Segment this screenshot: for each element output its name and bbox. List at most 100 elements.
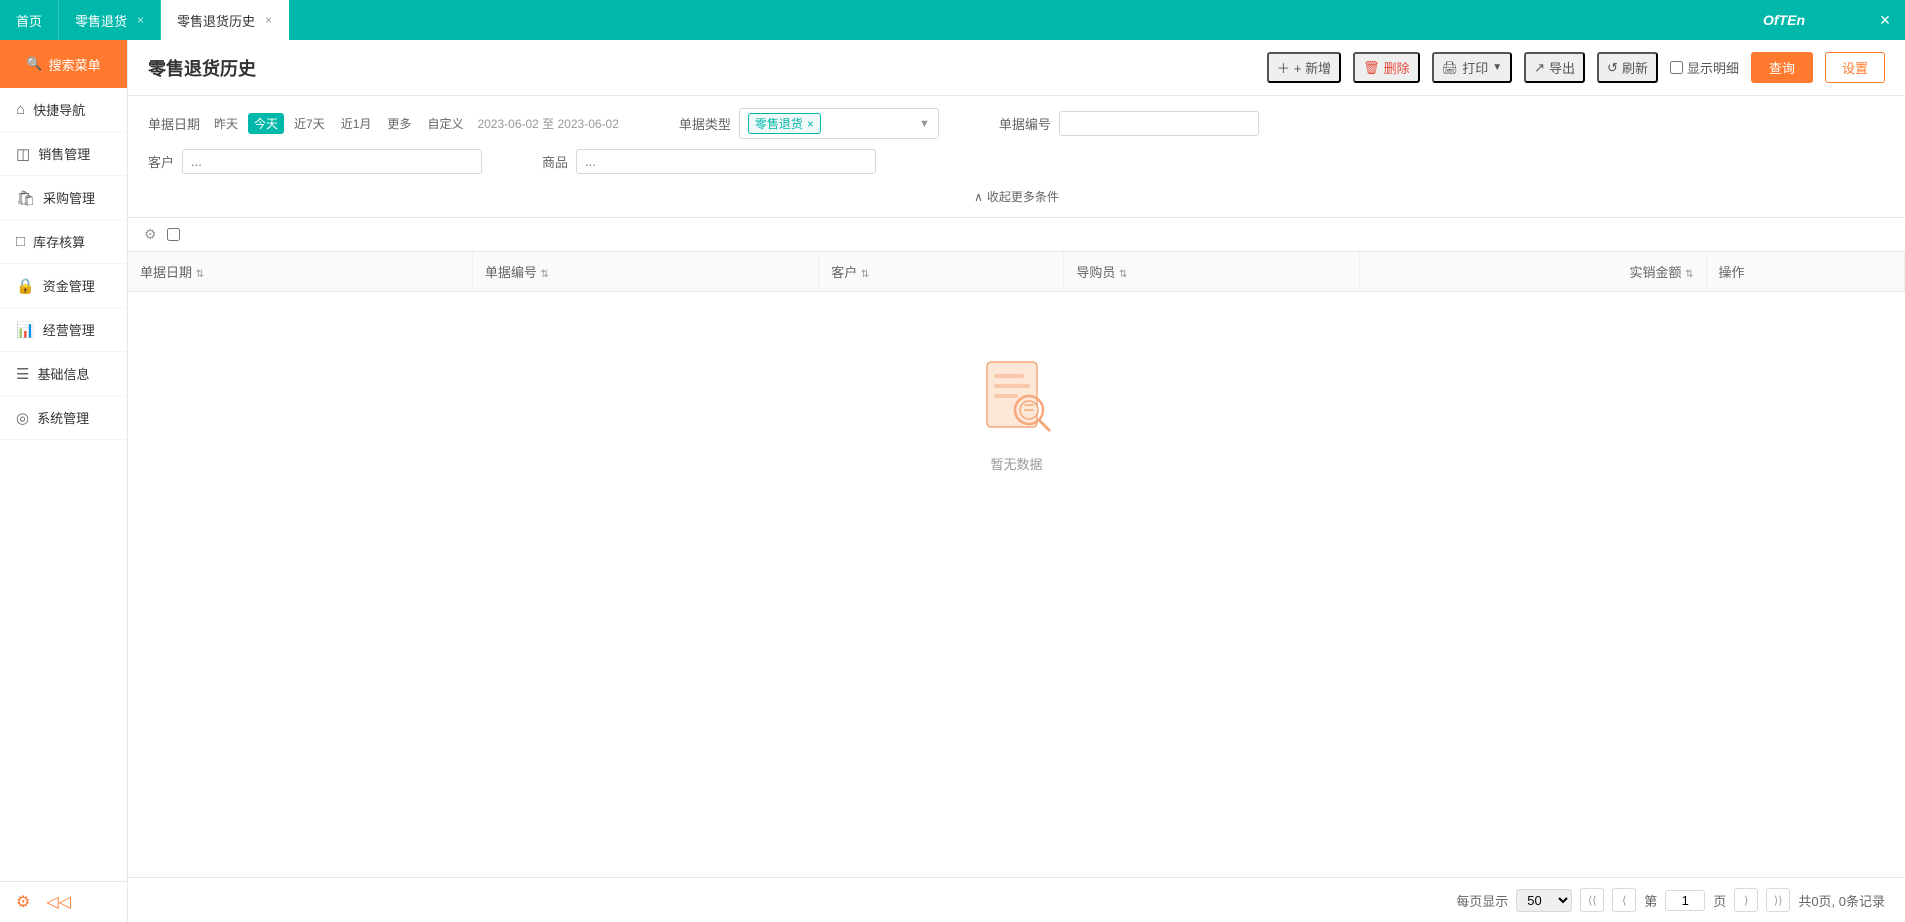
filter-customer-label: 客户 (148, 152, 174, 171)
show-detail-checkbox[interactable] (1670, 61, 1683, 74)
new-icon: ＋ (1277, 58, 1290, 77)
col-amount-label: 实销金额 (1629, 265, 1681, 280)
date-btn-more[interactable]: 更多 (381, 113, 417, 134)
tab-retail-return-history[interactable]: 零售退货历史 × (161, 0, 289, 40)
sidebar-item-inventory[interactable]: □ 库存核算 (0, 220, 127, 264)
col-customer[interactable]: 客户 ⇅ (819, 252, 1064, 292)
date-range-display: 2023-06-02 至 2023-06-02 (477, 115, 618, 132)
basic-info-icon: ☰ (16, 365, 29, 383)
col-ops-label: 操作 (1719, 265, 1745, 280)
audio-bottom-icon[interactable]: ◁◁ (46, 892, 71, 912)
filter-row-1: 单据日期 昨天 今天 近7天 近1月 更多 自定义 2023-06-02 至 2… (148, 108, 1885, 139)
filter-row-2: 客户 商品 (148, 149, 1885, 174)
col-date-sort[interactable]: ⇅ (196, 269, 204, 280)
main-table: 单据日期 ⇅ 单据编号 ⇅ 客户 ⇅ (128, 252, 1905, 292)
tab-retail-return-close[interactable]: × (137, 13, 144, 27)
date-btn-custom[interactable]: 自定义 (421, 113, 469, 134)
refresh-label: 刷新 (1622, 58, 1648, 77)
sidebar-item-basic-info-label: 基础信息 (37, 364, 89, 383)
tab-home-label: 首页 (16, 11, 42, 30)
col-date[interactable]: 单据日期 ⇅ (128, 252, 472, 292)
new-button[interactable]: ＋ + 新增 (1267, 52, 1341, 83)
date-btn-yesterday[interactable]: 昨天 (208, 113, 244, 134)
date-btn-7days[interactable]: 近7天 (288, 113, 331, 134)
home-icon: ⌂ (16, 101, 25, 118)
new-label: + 新增 (1294, 58, 1331, 77)
filter-collapse-bar[interactable]: ∧ 收起更多条件 (148, 184, 1885, 205)
total-info: 共0页, 0条记录 (1798, 891, 1885, 910)
page-go-label: 第 (1644, 891, 1657, 910)
sidebar-item-quick-nav[interactable]: ⌂ 快捷导航 (0, 88, 127, 132)
print-button[interactable]: 🖨 打印 ▼ (1432, 52, 1512, 83)
filter-docno-label: 单据编号 (999, 114, 1051, 133)
filter-doctype-select[interactable]: 零售退货 × ▼ (739, 108, 939, 139)
show-detail-label: 显示明细 (1687, 58, 1739, 77)
print-label: 打印 (1462, 58, 1488, 77)
col-guide[interactable]: 导购员 ⇅ (1064, 252, 1360, 292)
filter-goods-input[interactable] (576, 149, 876, 174)
first-page-button[interactable]: ⟨⟨ (1580, 888, 1604, 912)
col-amount-sort[interactable]: ⇅ (1685, 269, 1693, 280)
last-page-button[interactable]: ⟩⟩ (1766, 888, 1790, 912)
tab-retail-return[interactable]: 零售退货 × (59, 0, 161, 40)
tab-list: 首页 零售退货 × 零售退货历史 × OfTEn (0, 0, 1865, 40)
collapse-label: 收起更多条件 (987, 188, 1059, 205)
filter-customer-input[interactable] (182, 149, 482, 174)
page-title: 零售退货历史 (148, 55, 256, 81)
collapse-icon: ∧ (974, 190, 983, 204)
tab-retail-return-history-close[interactable]: × (265, 13, 272, 27)
col-customer-sort[interactable]: ⇅ (861, 269, 869, 280)
sidebar-search[interactable]: 🔍 搜索菜单 (0, 40, 127, 88)
sidebar-item-basic-info[interactable]: ☰ 基础信息 (0, 352, 127, 396)
sidebar-item-purchase-mgmt[interactable]: 🛍 采购管理 (0, 176, 127, 220)
page-number-input[interactable] (1665, 890, 1705, 911)
tab-home[interactable]: 首页 (0, 0, 59, 40)
export-button[interactable]: ↗ 导出 (1524, 52, 1585, 83)
settings-bottom-icon[interactable]: ⚙ (16, 892, 30, 912)
date-btn-today[interactable]: 今天 (248, 113, 284, 134)
filter-goods-label: 商品 (542, 152, 568, 171)
prev-page-button[interactable]: ⟨ (1612, 888, 1636, 912)
main-layout: 🔍 搜索菜单 ⌂ 快捷导航 ◫ 销售管理 🛍 采购管理 □ 库存核算 🔒 资金管… (0, 40, 1905, 922)
table-select-all-checkbox[interactable] (167, 228, 180, 241)
tab-retail-return-label: 零售退货 (75, 11, 127, 30)
delete-button[interactable]: 🗑 删除 (1353, 52, 1420, 83)
sidebar-item-sys-mgmt-label: 系统管理 (37, 408, 89, 427)
filter-docno-input[interactable] (1059, 111, 1259, 136)
sidebar-item-sys-mgmt[interactable]: ◎ 系统管理 (0, 396, 127, 440)
window-close-button[interactable]: × (1865, 0, 1905, 40)
col-no[interactable]: 单据编号 ⇅ (472, 252, 818, 292)
sidebar-item-finance[interactable]: 🔒 资金管理 (0, 264, 127, 308)
filter-doctype-tag-label: 零售退货 (755, 115, 803, 132)
col-no-sort[interactable]: ⇅ (541, 269, 549, 280)
tab-retail-return-history-label: 零售退货历史 (177, 11, 255, 30)
sidebar-item-sales-mgmt[interactable]: ◫ 销售管理 (0, 132, 127, 176)
sidebar-item-operations[interactable]: 📊 经营管理 (0, 308, 127, 352)
refresh-button[interactable]: ↺ 刷新 (1597, 52, 1658, 83)
inventory-icon: □ (16, 233, 25, 250)
settings-button[interactable]: 设置 (1825, 52, 1885, 83)
top-bar: 首页 零售退货 × 零售退货历史 × OfTEn × (0, 0, 1905, 40)
date-btn-1month[interactable]: 近1月 (335, 113, 378, 134)
page-size-select[interactable]: 10 20 50 100 (1516, 889, 1572, 912)
sidebar: 🔍 搜索菜单 ⌂ 快捷导航 ◫ 销售管理 🛍 采购管理 □ 库存核算 🔒 资金管… (0, 40, 128, 922)
sidebar-item-purchase-label: 采购管理 (43, 188, 95, 207)
col-ops: 操作 (1706, 252, 1905, 292)
show-detail-checkbox-label[interactable]: 显示明细 (1670, 58, 1739, 77)
doctype-dropdown-icon: ▼ (919, 118, 930, 130)
col-amount[interactable]: 实销金额 ⇅ (1360, 252, 1706, 292)
col-guide-sort[interactable]: ⇅ (1119, 269, 1127, 280)
table-settings-icon[interactable]: ⚙ (144, 226, 157, 243)
table-container: 单据日期 ⇅ 单据编号 ⇅ 客户 ⇅ (128, 252, 1905, 877)
filter-date-buttons: 昨天 今天 近7天 近1月 更多 自定义 (208, 113, 469, 134)
next-page-button[interactable]: ⟩ (1734, 888, 1758, 912)
query-button[interactable]: 查询 (1751, 52, 1813, 83)
refresh-icon: ↺ (1607, 60, 1618, 76)
table-toolbar: ⚙ (128, 218, 1905, 252)
filter-doctype-tag-close[interactable]: × (807, 117, 814, 131)
sidebar-item-operations-label: 经营管理 (43, 320, 95, 339)
filter-date-label: 单据日期 (148, 114, 200, 133)
sales-icon: ◫ (16, 145, 30, 163)
content-area: 零售退货历史 ＋ + 新增 🗑 删除 🖨 打印 ▼ ↗ 导出 (128, 40, 1905, 922)
table-area: ⚙ 单据日期 ⇅ 单据编号 ⇅ (128, 218, 1905, 877)
